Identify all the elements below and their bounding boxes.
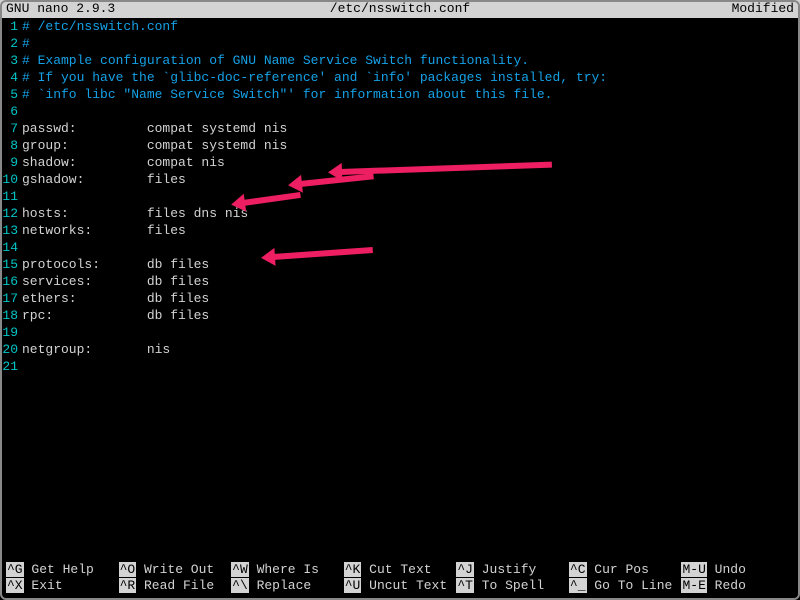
code-line[interactable]: # /etc/nsswitch.conf	[22, 18, 800, 35]
shortcut-write-out[interactable]: ^O Write Out	[119, 562, 232, 578]
keycap: M-U	[681, 562, 706, 577]
shortcut-read-file[interactable]: ^R Read File	[119, 578, 232, 594]
keycap: ^T	[456, 578, 474, 593]
shortcut-label: Cut Text	[361, 562, 431, 577]
code-line[interactable]: group: compat systemd nis	[22, 137, 800, 154]
shortcut-label: Get Help	[24, 562, 94, 577]
file-status: Modified	[732, 0, 794, 18]
line-number: 3	[0, 52, 18, 69]
shortcut-bar: ^G Get Help^O Write Out^W Where Is^K Cut…	[6, 562, 794, 594]
shortcut-label: Undo	[707, 562, 746, 577]
code-line[interactable]: # `info libc "Name Service Switch"' for …	[22, 86, 800, 103]
code-line[interactable]: services: db files	[22, 273, 800, 290]
editor-area[interactable]: 123456789101112131415161718192021 # /etc…	[0, 18, 800, 558]
app-name: GNU nano 2.9.3	[6, 0, 115, 18]
line-number: 18	[0, 307, 18, 324]
line-number: 11	[0, 188, 18, 205]
keycap: ^R	[119, 578, 137, 593]
shortcut-label: Go To Line	[587, 578, 673, 593]
line-number: 1	[0, 18, 18, 35]
keycap: M-E	[681, 578, 706, 593]
code-line[interactable]: netgroup: nis	[22, 341, 800, 358]
shortcut-cut-text[interactable]: ^K Cut Text	[344, 562, 457, 578]
shortcut-undo[interactable]: M-U Undo	[681, 562, 794, 578]
line-number: 14	[0, 239, 18, 256]
shortcut-label: Exit	[24, 578, 63, 593]
line-number: 8	[0, 137, 18, 154]
shortcut-to-spell[interactable]: ^T To Spell	[456, 578, 569, 594]
file-path: /etc/nsswitch.conf	[0, 0, 800, 18]
line-number: 2	[0, 35, 18, 52]
code-line[interactable]	[22, 239, 800, 256]
line-number: 21	[0, 358, 18, 375]
shortcut-go-to-line[interactable]: ^_ Go To Line	[569, 578, 682, 594]
line-number: 17	[0, 290, 18, 307]
shortcut-label: Cur Pos	[587, 562, 649, 577]
line-number: 5	[0, 86, 18, 103]
shortcut-exit[interactable]: ^X Exit	[6, 578, 119, 594]
line-number: 7	[0, 120, 18, 137]
shortcut-label: Where Is	[249, 562, 319, 577]
code-line[interactable]: protocols: db files	[22, 256, 800, 273]
line-number-gutter: 123456789101112131415161718192021	[0, 18, 22, 558]
shortcut-where-is[interactable]: ^W Where Is	[231, 562, 344, 578]
shortcut-label: Write Out	[136, 562, 214, 577]
code-line[interactable]: passwd: compat systemd nis	[22, 120, 800, 137]
code-line[interactable]	[22, 358, 800, 375]
line-number: 4	[0, 69, 18, 86]
code-line[interactable]: gshadow: files	[22, 171, 800, 188]
shortcut-cur-pos[interactable]: ^C Cur Pos	[569, 562, 682, 578]
line-number: 19	[0, 324, 18, 341]
line-number: 15	[0, 256, 18, 273]
code-line[interactable]	[22, 103, 800, 120]
code-line[interactable]: # If you have the `glibc-doc-reference' …	[22, 69, 800, 86]
shortcut-label: Uncut Text	[361, 578, 447, 593]
shortcut-redo[interactable]: M-E Redo	[681, 578, 794, 594]
keycap: ^U	[344, 578, 362, 593]
keycap: ^_	[569, 578, 587, 593]
shortcut-label: Justify	[474, 562, 536, 577]
line-number: 9	[0, 154, 18, 171]
keycap: ^G	[6, 562, 24, 577]
shortcut-justify[interactable]: ^J Justify	[456, 562, 569, 578]
line-number: 12	[0, 205, 18, 222]
shortcut-get-help[interactable]: ^G Get Help	[6, 562, 119, 578]
code-line[interactable]: hosts: files dns nis	[22, 205, 800, 222]
code-line[interactable]: rpc: db files	[22, 307, 800, 324]
shortcut-label: Replace	[249, 578, 311, 593]
keycap: ^J	[456, 562, 474, 577]
shortcut-uncut-text[interactable]: ^U Uncut Text	[344, 578, 457, 594]
code-line[interactable]: #	[22, 35, 800, 52]
line-number: 10	[0, 171, 18, 188]
keycap: ^W	[231, 562, 249, 577]
code-line[interactable]: # Example configuration of GNU Name Serv…	[22, 52, 800, 69]
shortcut-replace[interactable]: ^\ Replace	[231, 578, 344, 594]
code-line[interactable]	[22, 324, 800, 341]
shortcut-label: Redo	[707, 578, 746, 593]
shortcut-label: Read File	[136, 578, 214, 593]
text-content[interactable]: # /etc/nsswitch.conf## Example configura…	[22, 18, 800, 558]
keycap: ^\	[231, 578, 249, 593]
line-number: 6	[0, 103, 18, 120]
shortcut-label: To Spell	[474, 578, 544, 593]
line-number: 20	[0, 341, 18, 358]
line-number: 13	[0, 222, 18, 239]
code-line[interactable]: networks: files	[22, 222, 800, 239]
keycap: ^O	[119, 562, 137, 577]
line-number: 16	[0, 273, 18, 290]
keycap: ^X	[6, 578, 24, 593]
title-bar: GNU nano 2.9.3 /etc/nsswitch.conf Modifi…	[0, 0, 800, 18]
code-line[interactable]	[22, 188, 800, 205]
code-line[interactable]: ethers: db files	[22, 290, 800, 307]
keycap: ^K	[344, 562, 362, 577]
keycap: ^C	[569, 562, 587, 577]
